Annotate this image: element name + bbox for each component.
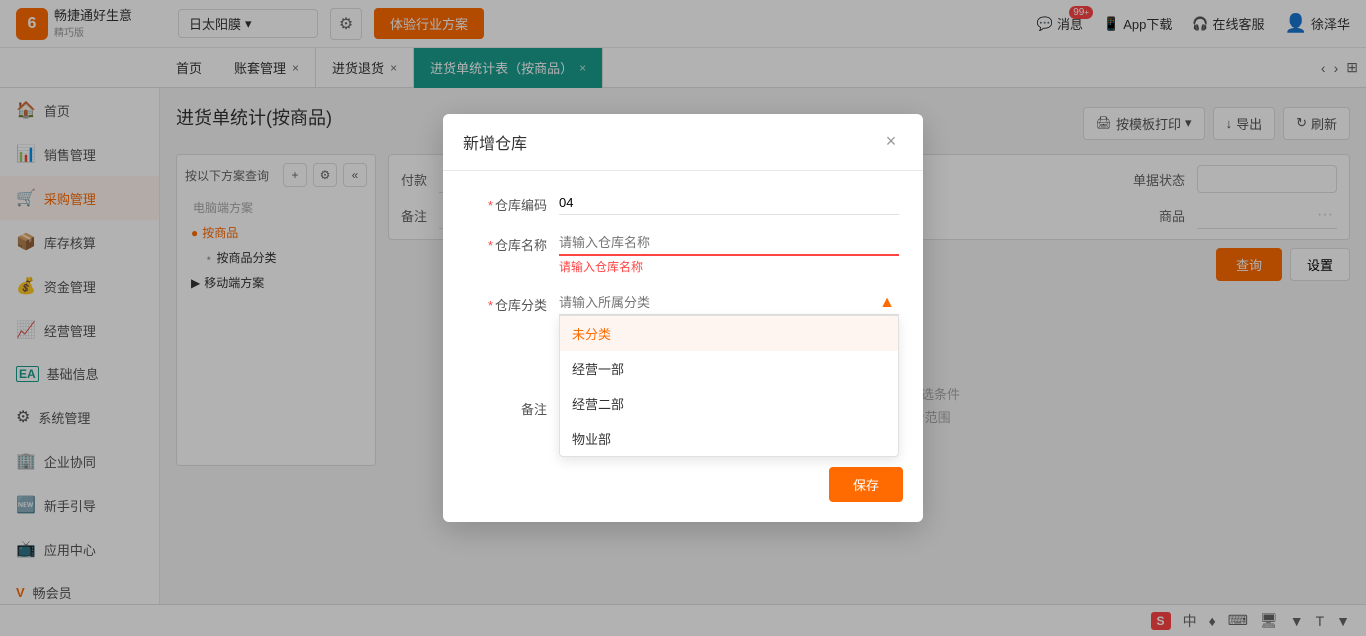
modal-title: 新增仓库: [463, 130, 527, 154]
category-dropdown-wrapper: ▲ 未分类 经营一部 经营二部 物业部: [559, 291, 899, 315]
modal-overlay: 新增仓库 × *仓库编码 *仓库名称 请输入仓库名称: [0, 0, 1366, 636]
category-input[interactable]: [559, 291, 899, 315]
dropdown-option-dept2[interactable]: 经营二部: [560, 386, 898, 421]
form-row-category: *仓库分类 ▲ 未分类 经营一部 经营二部 物业部: [467, 291, 899, 315]
note-label: 备注: [467, 395, 547, 419]
modal-header: 新增仓库 ×: [443, 114, 923, 171]
category-label: *仓库分类: [467, 291, 547, 315]
category-dropdown-list: 未分类 经营一部 经营二部 物业部: [559, 315, 899, 457]
modal-new-warehouse: 新增仓库 × *仓库编码 *仓库名称 请输入仓库名称: [443, 114, 923, 523]
dropdown-option-property[interactable]: 物业部: [560, 421, 898, 456]
name-label: *仓库名称: [467, 231, 547, 255]
modal-body: *仓库编码 *仓库名称 请输入仓库名称 *仓库分类: [443, 171, 923, 456]
dropdown-option-uncategorized[interactable]: 未分类: [560, 316, 898, 351]
code-input[interactable]: [559, 191, 899, 215]
modal-close-button[interactable]: ×: [879, 130, 903, 154]
form-row-code: *仓库编码: [467, 191, 899, 215]
name-error-msg: 请输入仓库名称: [559, 258, 899, 275]
name-input[interactable]: [559, 231, 899, 256]
save-button[interactable]: 保存: [829, 467, 903, 502]
dropdown-option-dept1[interactable]: 经营一部: [560, 351, 898, 386]
modal-footer: 保存: [443, 455, 923, 522]
form-row-name: *仓库名称 请输入仓库名称: [467, 231, 899, 275]
code-label: *仓库编码: [467, 191, 547, 215]
